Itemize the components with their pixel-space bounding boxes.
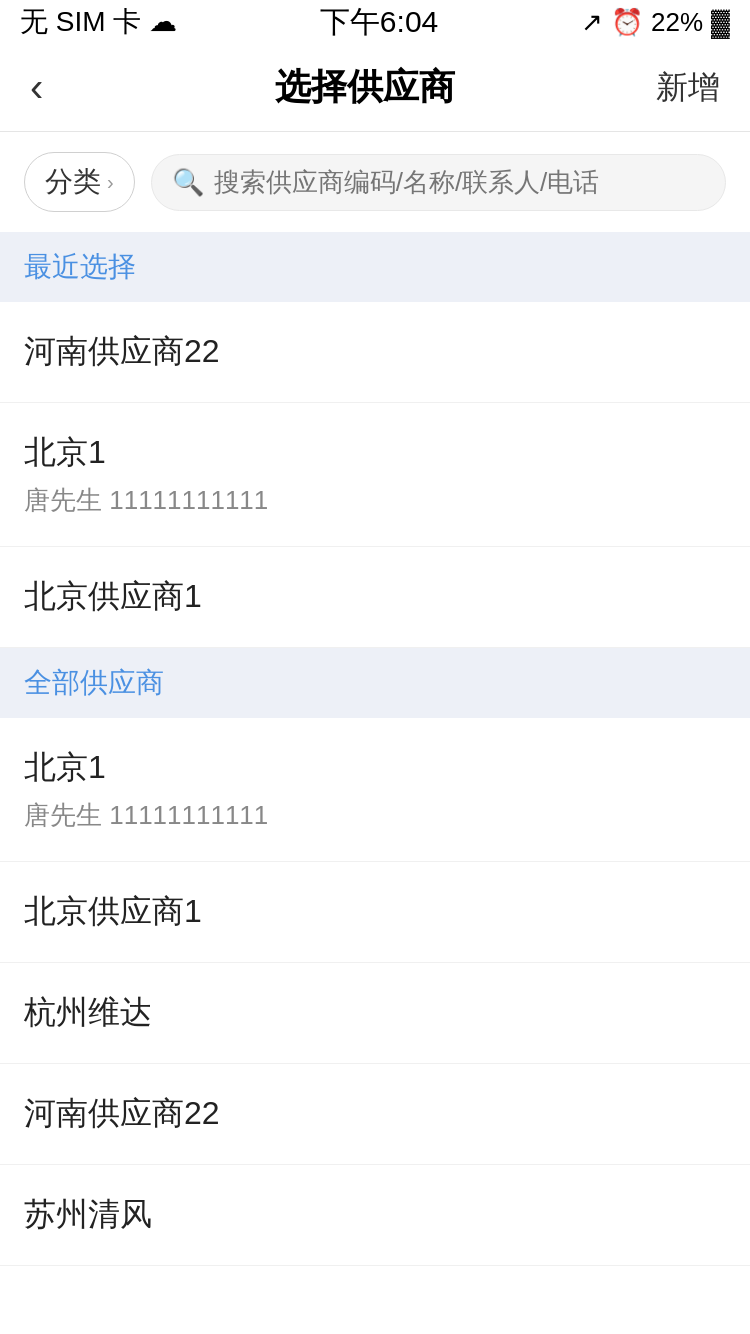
category-button[interactable]: 分类 › [24, 152, 135, 212]
item-contact: 唐先生 11111111111 [24, 798, 726, 833]
list-item[interactable]: 苏州清风 [0, 1165, 750, 1266]
search-box: 🔍 [151, 154, 726, 211]
status-left: 无 SIM 卡 ☁ [20, 3, 177, 41]
status-right: ↗ ⏰ 22% ▓ [581, 7, 730, 38]
list-item[interactable]: 北京供应商1 [0, 547, 750, 648]
list-item[interactable]: 河南供应商22 [0, 1064, 750, 1165]
recent-section-header: 最近选择 [0, 232, 750, 302]
search-icon: 🔍 [172, 167, 204, 198]
list-item[interactable]: 北京1 唐先生 11111111111 [0, 718, 750, 862]
alarm-icon: ⏰ [611, 7, 643, 38]
item-name: 北京1 [24, 746, 726, 790]
nav-bar: ‹ 选择供应商 新增 [0, 44, 750, 132]
item-name: 北京供应商1 [24, 575, 726, 619]
filter-bar: 分类 › 🔍 [0, 132, 750, 232]
item-name: 河南供应商22 [24, 330, 726, 374]
item-name: 杭州维达 [24, 991, 726, 1035]
status-bar: 无 SIM 卡 ☁ 下午6:04 ↗ ⏰ 22% ▓ [0, 0, 750, 44]
battery-text: 22% [651, 7, 703, 38]
item-name: 河南供应商22 [24, 1092, 726, 1136]
add-button[interactable]: 新增 [640, 66, 720, 110]
list-item[interactable]: 杭州维达 [0, 963, 750, 1064]
chevron-right-icon: › [107, 171, 114, 194]
all-section-header: 全部供应商 [0, 648, 750, 718]
status-time: 下午6:04 [320, 2, 438, 43]
item-name: 北京1 [24, 431, 726, 475]
list-item[interactable]: 北京1 唐先生 11111111111 [0, 403, 750, 547]
all-section-title: 全部供应商 [24, 667, 164, 698]
item-name: 北京供应商1 [24, 890, 726, 934]
battery-icon: ▓ [711, 7, 730, 38]
category-label: 分类 [45, 163, 101, 201]
item-contact: 唐先生 11111111111 [24, 483, 726, 518]
list-item[interactable]: 北京供应商1 [0, 862, 750, 963]
search-input[interactable] [214, 167, 705, 198]
recent-section-title: 最近选择 [24, 251, 136, 282]
list-item[interactable]: 河南供应商22 [0, 302, 750, 403]
all-items-list: 北京1 唐先生 11111111111 北京供应商1 杭州维达河南供应商22 苏州清风 [0, 718, 750, 1266]
location-icon: ↗ [581, 7, 603, 38]
item-name: 苏州清风 [24, 1193, 726, 1237]
recent-items-list: 河南供应商22 北京1 唐先生 11111111111 北京供应商1 [0, 302, 750, 648]
page-title: 选择供应商 [275, 63, 455, 112]
back-button[interactable]: ‹ [30, 65, 90, 110]
